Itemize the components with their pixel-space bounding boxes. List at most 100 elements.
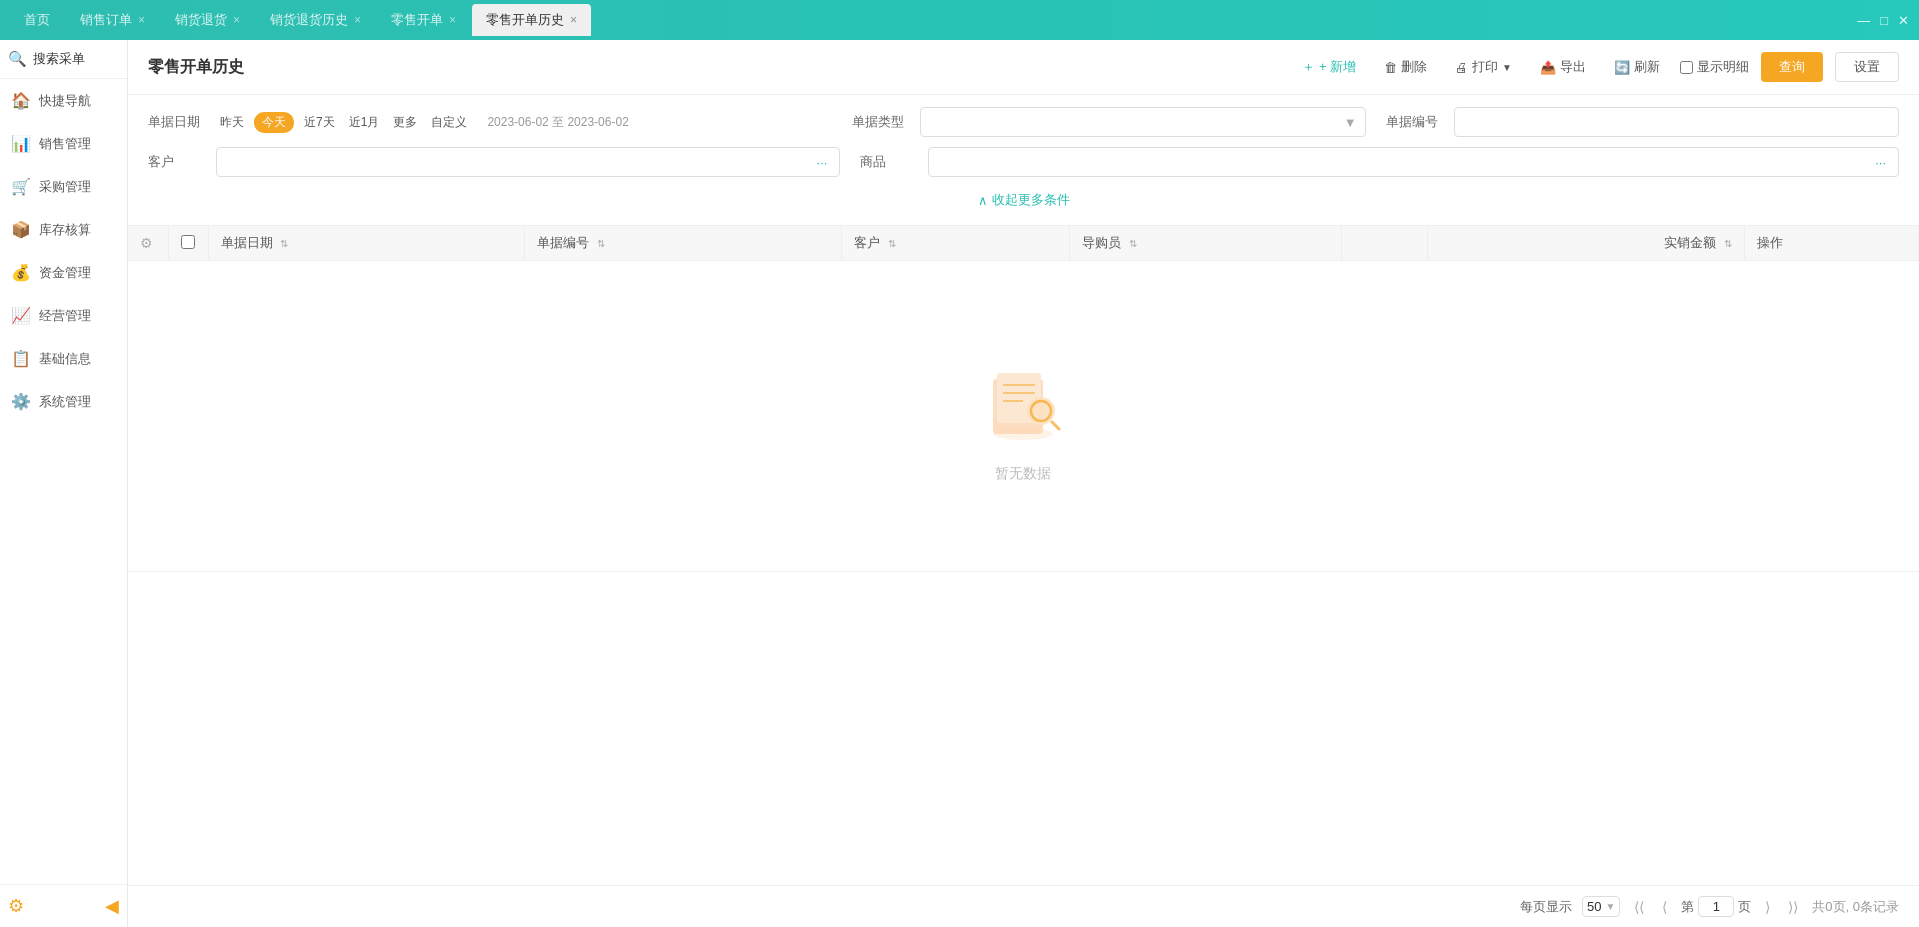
tab-retail-open-close[interactable]: × bbox=[449, 13, 456, 27]
query-button[interactable]: 查询 bbox=[1761, 52, 1823, 82]
sidebar-item-finance[interactable]: 💰 资金管理 bbox=[0, 251, 127, 294]
th-customer-sort-icon[interactable]: ⇅ bbox=[888, 238, 896, 249]
next-page-btn[interactable]: ⟩ bbox=[1761, 897, 1774, 917]
date-yesterday-btn[interactable]: 昨天 bbox=[216, 112, 248, 133]
last-page-btn[interactable]: ⟩⟩ bbox=[1784, 897, 1802, 917]
per-page-dropdown-icon: ▼ bbox=[1605, 901, 1615, 912]
date-today-btn[interactable]: 今天 bbox=[254, 112, 294, 133]
table-settings-icon[interactable]: ⚙ bbox=[140, 235, 153, 251]
customer-ellipsis-btn[interactable]: ··· bbox=[813, 155, 832, 170]
date-custom-btn[interactable]: 自定义 bbox=[427, 112, 471, 133]
close-btn[interactable]: ✕ bbox=[1898, 13, 1909, 28]
sidebar-item-system-mgmt[interactable]: ⚙️ 系统管理 bbox=[0, 380, 127, 423]
goods-input[interactable] bbox=[937, 148, 1871, 176]
type-select[interactable]: ▼ bbox=[920, 107, 1365, 137]
date-1month-btn[interactable]: 近1月 bbox=[345, 112, 384, 133]
empty-text: 暂无数据 bbox=[995, 465, 1051, 483]
sidebar-item-quick-nav[interactable]: 🏠 快捷导航 bbox=[0, 79, 127, 122]
collapse-btn[interactable]: ∧ 收起更多条件 bbox=[978, 191, 1070, 209]
display-detail-toggle[interactable]: 显示明细 bbox=[1680, 58, 1749, 76]
window-controls: — □ ✕ bbox=[1857, 13, 1909, 28]
tab-retail-open-history[interactable]: 零售开单历史 × bbox=[472, 4, 591, 36]
sidebar-item-operations[interactable]: 📈 经营管理 bbox=[0, 294, 127, 337]
tab-sales-return[interactable]: 销货退货 × bbox=[161, 4, 254, 36]
goods-ellipsis-btn[interactable]: ··· bbox=[1871, 155, 1890, 170]
customer-filter-label: 客户 bbox=[148, 153, 208, 171]
setting-button[interactable]: 设置 bbox=[1835, 52, 1899, 82]
add-button[interactable]: ＋ + 新增 bbox=[1294, 54, 1364, 80]
customer-input[interactable] bbox=[225, 148, 813, 176]
sidebar-search[interactable]: 🔍 搜索采单 bbox=[0, 40, 127, 79]
tab-sales-order-close[interactable]: × bbox=[138, 13, 145, 27]
date-7days-btn[interactable]: 近7天 bbox=[300, 112, 339, 133]
export-button[interactable]: 📤 导出 bbox=[1532, 54, 1594, 80]
sidebar-settings-btn[interactable]: ⚙ bbox=[8, 895, 24, 917]
tab-home[interactable]: 首页 bbox=[10, 4, 64, 36]
collapse-icon: ∧ bbox=[978, 193, 988, 208]
th-checkbox bbox=[168, 226, 208, 261]
goods-filter: 商品 ··· bbox=[860, 147, 1899, 177]
sidebar-item-sales-mgmt[interactable]: 📊 销售管理 bbox=[0, 122, 127, 165]
tab-retail-open-history-close[interactable]: × bbox=[570, 13, 577, 27]
display-detail-checkbox[interactable] bbox=[1680, 61, 1693, 74]
sidebar-item-operations-label: 经营管理 bbox=[39, 307, 91, 325]
display-detail-label: 显示明细 bbox=[1697, 58, 1749, 76]
sidebar-item-basic-info[interactable]: 📋 基础信息 bbox=[0, 337, 127, 380]
maximize-btn[interactable]: □ bbox=[1880, 13, 1888, 28]
filter-area: 单据日期 昨天 今天 近7天 近1月 更多 自定义 2023-06-02 至 2… bbox=[128, 95, 1919, 226]
th-spacer bbox=[1342, 226, 1428, 261]
sidebar-item-inventory[interactable]: 📦 库存核算 bbox=[0, 208, 127, 251]
select-all-checkbox[interactable] bbox=[181, 235, 195, 249]
search-icon: 🔍 bbox=[8, 50, 27, 68]
type-filter-label: 单据类型 bbox=[852, 113, 912, 131]
page-suffix: 页 bbox=[1738, 898, 1751, 916]
delete-button[interactable]: 🗑 删除 bbox=[1376, 54, 1435, 80]
tab-sales-return-close[interactable]: × bbox=[233, 13, 240, 27]
sidebar-item-inventory-label: 库存核算 bbox=[39, 221, 91, 239]
tab-sales-return-history-close[interactable]: × bbox=[354, 13, 361, 27]
date-filter-label: 单据日期 bbox=[148, 113, 208, 131]
collapse-row: ∧ 收起更多条件 bbox=[148, 187, 1899, 213]
filter-row-2: 客户 ··· 商品 ··· bbox=[148, 147, 1899, 177]
th-number-sort-icon[interactable]: ⇅ bbox=[597, 238, 605, 249]
sidebar: 🔍 搜索采单 🏠 快捷导航 📊 销售管理 🛒 采购管理 📦 库存核算 💰 资金管… bbox=[0, 40, 128, 927]
page-label: 第 bbox=[1681, 898, 1694, 916]
page-input[interactable] bbox=[1698, 896, 1734, 917]
th-number: 单据编号 ⇅ bbox=[525, 226, 842, 261]
print-button[interactable]: 🖨 打印 ▼ bbox=[1447, 54, 1520, 80]
minimize-btn[interactable]: — bbox=[1857, 13, 1870, 28]
date-more-btn[interactable]: 更多 bbox=[389, 112, 421, 133]
refresh-button[interactable]: 🔄 刷新 bbox=[1606, 54, 1668, 80]
number-input[interactable] bbox=[1454, 107, 1899, 137]
per-page-select[interactable]: 50 ▼ bbox=[1582, 896, 1620, 917]
prev-page-btn[interactable]: ⟨ bbox=[1658, 897, 1671, 917]
th-amount: 实销金额 ⇅ bbox=[1427, 226, 1744, 261]
first-page-btn[interactable]: ⟨⟨ bbox=[1630, 897, 1648, 917]
tab-retail-open[interactable]: 零售开单 × bbox=[377, 4, 470, 36]
table-header-row: ⚙ 单据日期 ⇅ 单据编号 ⇅ bbox=[128, 226, 1919, 261]
sidebar-item-quick-nav-label: 快捷导航 bbox=[39, 92, 91, 110]
refresh-label: 刷新 bbox=[1634, 58, 1660, 76]
type-dropdown-icon: ▼ bbox=[1344, 115, 1357, 130]
sidebar-item-system-mgmt-label: 系统管理 bbox=[39, 393, 91, 411]
sidebar-collapse-btn[interactable]: ◀ bbox=[105, 895, 119, 917]
tab-sales-return-history[interactable]: 销货退货历史 × bbox=[256, 4, 375, 36]
th-guide: 导购员 ⇅ bbox=[1069, 226, 1341, 261]
th-guide-sort-icon[interactable]: ⇅ bbox=[1129, 238, 1137, 249]
sidebar-item-purchase-mgmt[interactable]: 🛒 采购管理 bbox=[0, 165, 127, 208]
tab-retail-open-label: 零售开单 bbox=[391, 11, 443, 29]
th-date: 单据日期 ⇅ bbox=[208, 226, 525, 261]
date-filter: 单据日期 昨天 今天 近7天 近1月 更多 自定义 2023-06-02 至 2… bbox=[148, 112, 832, 133]
th-amount-sort-icon[interactable]: ⇅ bbox=[1724, 238, 1732, 249]
th-amount-label: 实销金额 bbox=[1664, 235, 1716, 250]
sidebar-item-basic-info-label: 基础信息 bbox=[39, 350, 91, 368]
tab-sales-order[interactable]: 销售订单 × bbox=[66, 4, 159, 36]
date-range-display: 2023-06-02 至 2023-06-02 bbox=[487, 114, 628, 131]
purchase-icon: 🛒 bbox=[11, 177, 31, 196]
th-guide-label: 导购员 bbox=[1082, 235, 1121, 250]
th-customer-label: 客户 bbox=[854, 235, 880, 250]
sidebar-item-sales-mgmt-label: 销售管理 bbox=[39, 135, 91, 153]
sidebar-item-purchase-mgmt-label: 采购管理 bbox=[39, 178, 91, 196]
th-date-sort-icon[interactable]: ⇅ bbox=[280, 238, 288, 249]
empty-state: 暂无数据 bbox=[140, 269, 1907, 563]
